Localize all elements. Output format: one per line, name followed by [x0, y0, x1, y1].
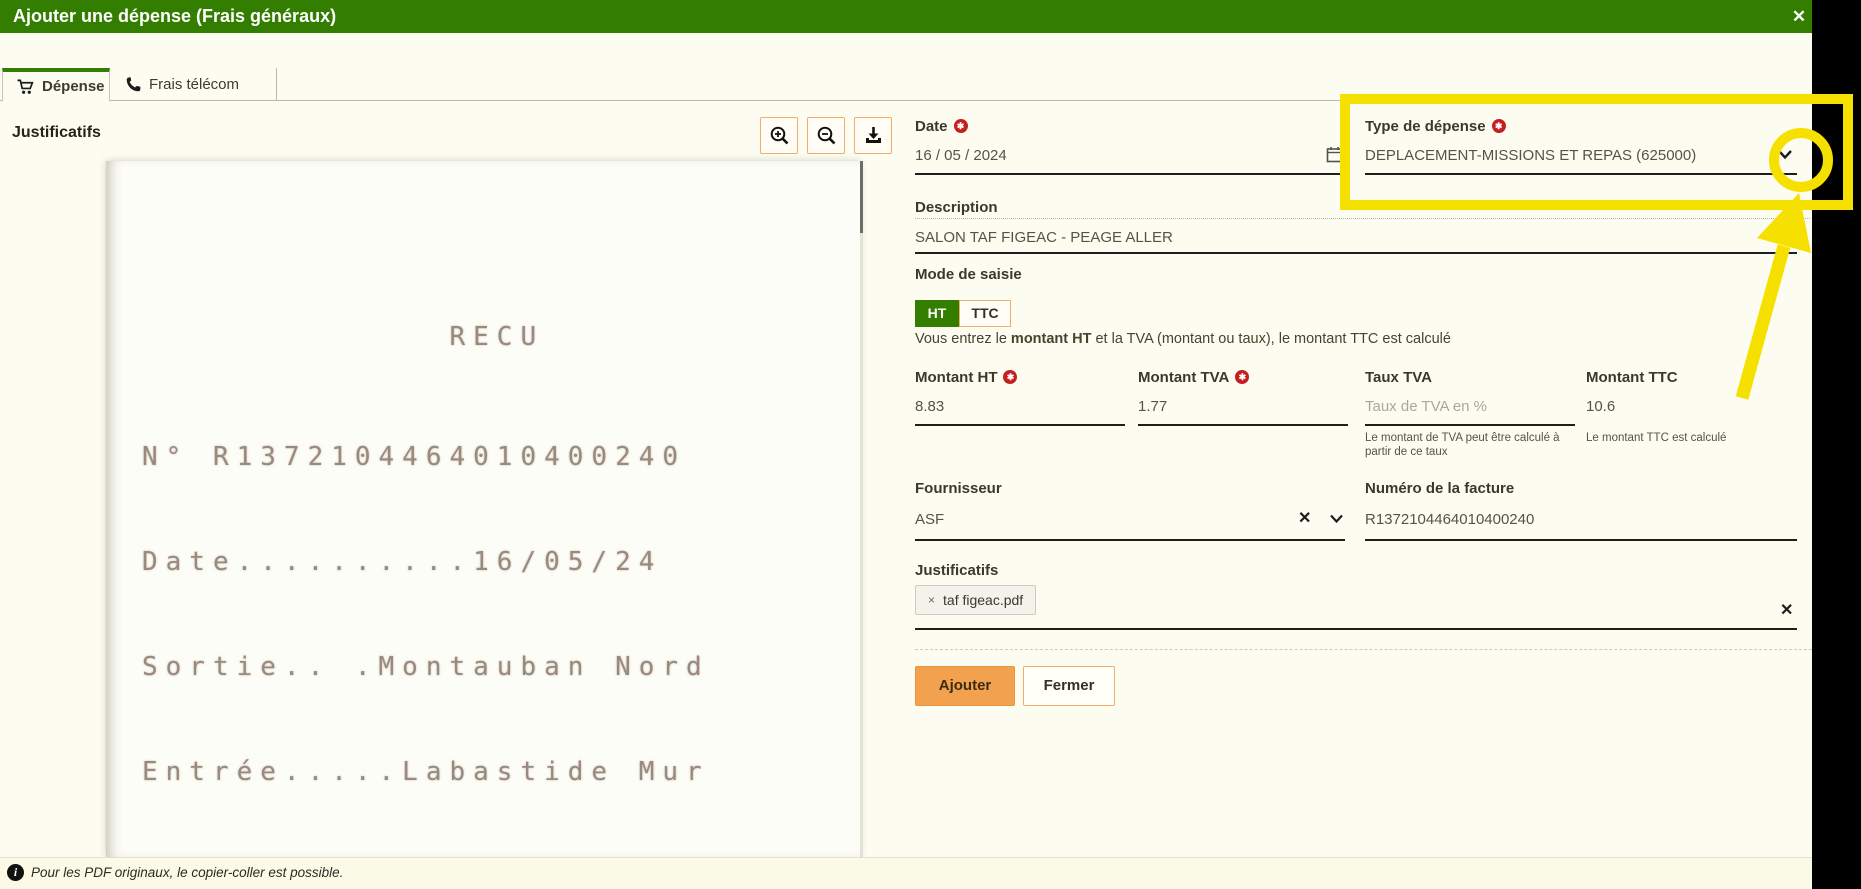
- file-chip[interactable]: × taf figeac.pdf: [915, 585, 1037, 615]
- zoom-out-icon: [817, 126, 835, 145]
- taux-tva-field[interactable]: Taux de TVA en %: [1365, 398, 1487, 415]
- type-underline: [1365, 173, 1797, 175]
- montant-ht-underline: [915, 424, 1125, 426]
- viewer-scrollbar-thumb[interactable]: [860, 161, 863, 233]
- ajouter-button[interactable]: Ajouter: [915, 666, 1015, 706]
- date-label: Date ✱: [915, 118, 968, 135]
- required-icon: ✱: [1491, 119, 1506, 133]
- tab-depense-label: Dépense: [42, 78, 105, 95]
- fournisseur-select[interactable]: ASF: [915, 511, 944, 528]
- receipt-line: Sortie.. .Montauban Nord: [142, 652, 710, 682]
- description-field[interactable]: SALON TAF FIGEAC - PEAGE ALLER: [915, 229, 1173, 246]
- chevron-down-icon[interactable]: [1776, 146, 1794, 162]
- type-depense-select[interactable]: DEPLACEMENT-MISSIONS ET REPAS (625000): [1365, 147, 1696, 164]
- fermer-button[interactable]: Fermer: [1023, 666, 1115, 706]
- tab-frais-telecom-label: Frais télécom: [149, 76, 240, 93]
- montant-ttc-value: 10.6: [1586, 398, 1616, 415]
- taux-tva-underline: [1365, 424, 1575, 426]
- receipt-text: RECU N° R1372104464010400240 Date.......…: [142, 250, 733, 889]
- type-depense-label: Type de dépense ✱: [1365, 118, 1506, 135]
- modal-backdrop: [1812, 0, 1861, 889]
- justificatifs-clear-icon[interactable]: ✕: [1780, 600, 1793, 620]
- zoom-in-icon: [770, 126, 788, 145]
- modal-title: Ajouter une dépense (Frais généraux): [13, 6, 337, 26]
- facture-label: Numéro de la facture: [1365, 480, 1515, 497]
- fournisseur-clear-icon[interactable]: ✕: [1298, 508, 1311, 528]
- taux-tva-label: Taux TVA: [1365, 369, 1432, 386]
- zoom-out-button[interactable]: [807, 117, 845, 154]
- annotation-arrow-tail: [1735, 244, 1791, 400]
- fournisseur-chevron-icon[interactable]: [1328, 511, 1345, 526]
- viewer-scrollbar[interactable]: [860, 161, 863, 857]
- facture-field[interactable]: R1372104464010400240: [1365, 511, 1534, 528]
- montant-tva-label: Montant TVA ✱: [1138, 369, 1250, 386]
- annotation-arrow-head: [1757, 193, 1811, 253]
- tab-depense[interactable]: Dépense: [2, 68, 110, 102]
- expense-modal: Ajouter une dépense (Frais généraux) ✕ D…: [0, 0, 1861, 889]
- form-divider: [915, 649, 1812, 650]
- description-dotted-line: [915, 218, 1810, 219]
- montant-ttc-helper: Le montant TTC est calculé: [1586, 432, 1727, 444]
- fournisseur-underline: [915, 539, 1345, 541]
- download-button[interactable]: [854, 117, 892, 154]
- calendar-icon[interactable]: [1326, 146, 1343, 163]
- required-icon: ✱: [1003, 370, 1018, 384]
- montant-ht-field[interactable]: 8.83: [915, 398, 944, 415]
- montant-ht-label: Montant HT ✱: [915, 369, 1018, 386]
- mode-hint: Vous entrez le montant HT et la TVA (mon…: [915, 331, 1451, 347]
- receipt-line: Entrée.....Labastide Mur: [142, 757, 710, 787]
- montant-ttc-label: Montant TTC: [1586, 369, 1678, 386]
- mode-ht-button[interactable]: HT: [915, 300, 959, 327]
- required-icon: ✱: [1235, 370, 1250, 384]
- file-chip-label: taf figeac.pdf: [943, 592, 1024, 608]
- download-icon: [865, 127, 881, 143]
- montant-tva-field[interactable]: 1.77: [1138, 398, 1167, 415]
- receipt-line: RECU: [142, 322, 545, 352]
- close-icon[interactable]: ✕: [1786, 0, 1812, 33]
- tab-frais-telecom[interactable]: Frais télécom: [112, 68, 277, 101]
- mode-ttc-button[interactable]: TTC: [959, 300, 1011, 327]
- description-underline: [915, 252, 1797, 254]
- description-label: Description: [915, 199, 998, 216]
- facture-underline: [1365, 539, 1797, 541]
- cart-icon: [17, 79, 34, 94]
- receipt-line: N° R1372104464010400240: [142, 442, 687, 472]
- justificatifs-underline: [915, 628, 1797, 630]
- footer-note: Pour les PDF originaux, le copier-coller…: [31, 865, 344, 880]
- mode-saisie-label: Mode de saisie: [915, 266, 1022, 283]
- tab-bar: Dépense Frais télécom: [0, 68, 1812, 102]
- required-icon: ✱: [953, 119, 968, 133]
- montant-tva-underline: [1138, 424, 1348, 426]
- zoom-in-button[interactable]: [760, 117, 798, 154]
- chip-remove-icon[interactable]: ×: [928, 593, 935, 607]
- date-underline: [915, 173, 1345, 175]
- fournisseur-label: Fournisseur: [915, 480, 1002, 497]
- justificatifs-label: Justificatifs: [915, 562, 999, 579]
- receipt-line: Date..........16/05/24: [142, 547, 663, 577]
- date-field[interactable]: 16 / 05 / 2024: [915, 147, 1007, 164]
- justificatifs-heading: Justificatifs: [12, 124, 101, 141]
- phone-icon: [126, 77, 141, 92]
- taux-tva-helper: Le montant de TVA peut être calculé à pa…: [1365, 432, 1560, 458]
- info-icon: i: [7, 864, 24, 881]
